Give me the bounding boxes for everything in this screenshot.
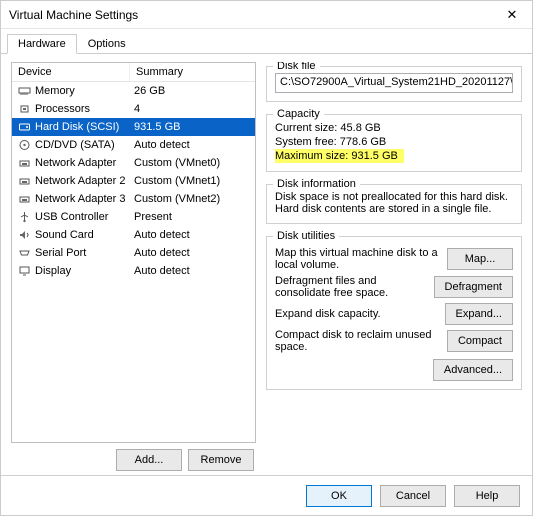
help-button[interactable]: Help [454, 485, 520, 507]
sound-icon [16, 228, 32, 242]
table-row[interactable]: Network Adapter 3Custom (VMnet2) [12, 190, 255, 208]
capacity-legend: Capacity [273, 108, 324, 120]
memory-icon [16, 84, 32, 98]
device-name: Network Adapter [35, 157, 134, 169]
dialog-body: Device Summary Memory26 GBProcessors4Har… [1, 54, 532, 475]
add-button[interactable]: Add... [116, 449, 182, 471]
device-list[interactable]: Memory26 GBProcessors4Hard Disk (SCSI)93… [12, 82, 255, 442]
device-summary: 931.5 GB [134, 121, 251, 133]
cd-icon [16, 138, 32, 152]
capacity-sysfree: System free: 778.6 GB [275, 135, 513, 149]
col-device: Device [12, 63, 130, 81]
table-row[interactable]: CD/DVD (SATA)Auto detect [12, 136, 255, 154]
usb-icon [16, 210, 32, 224]
disk-icon [16, 120, 32, 134]
device-name: Display [35, 265, 134, 277]
capacity-max: Maximum size: 931.5 GB [275, 149, 404, 163]
disk-file-group: Disk file C:\SO72900A_Virtual_System21HD… [266, 66, 522, 102]
device-name: Serial Port [35, 247, 134, 259]
left-pane: Device Summary Memory26 GBProcessors4Har… [11, 62, 256, 471]
serial-icon [16, 246, 32, 260]
disk-info-legend: Disk information [273, 178, 360, 190]
device-name: Sound Card [35, 229, 134, 241]
ok-button[interactable]: OK [306, 485, 372, 507]
device-name: Hard Disk (SCSI) [35, 121, 134, 133]
expand-button[interactable]: Expand... [445, 303, 513, 325]
device-summary: Custom (VMnet0) [134, 157, 251, 169]
device-actions: Add... Remove [11, 443, 256, 471]
table-row[interactable]: Hard Disk (SCSI)931.5 GB [12, 118, 255, 136]
map-button[interactable]: Map... [447, 248, 513, 270]
vm-settings-window: Virtual Machine Settings ✕ Hardware Opti… [0, 0, 533, 516]
table-row[interactable]: USB ControllerPresent [12, 208, 255, 226]
tabstrip: Hardware Options [1, 29, 532, 54]
device-name: Network Adapter 2 [35, 175, 134, 187]
remove-button[interactable]: Remove [188, 449, 254, 471]
compact-text: Compact disk to reclaim unused space. [275, 329, 441, 353]
titlebar: Virtual Machine Settings ✕ [1, 1, 532, 29]
expand-text: Expand disk capacity. [275, 308, 439, 320]
capacity-current: Current size: 45.8 GB [275, 121, 513, 135]
display-icon [16, 264, 32, 278]
table-row[interactable]: DisplayAuto detect [12, 262, 255, 280]
table-row[interactable]: Processors4 [12, 100, 255, 118]
device-name: Network Adapter 3 [35, 193, 134, 205]
device-summary: 26 GB [134, 85, 251, 97]
tab-hardware[interactable]: Hardware [7, 34, 77, 54]
net-icon [16, 174, 32, 188]
device-summary: Custom (VMnet1) [134, 175, 251, 187]
disk-file-legend: Disk file [273, 62, 320, 72]
window-title: Virtual Machine Settings [9, 8, 500, 22]
device-summary: Auto detect [134, 265, 251, 277]
defragment-button[interactable]: Defragment [434, 276, 513, 298]
disk-file-path[interactable]: C:\SO72900A_Virtual_System21HD_20201127\… [275, 73, 513, 93]
device-summary: 4 [134, 103, 251, 115]
device-summary: Present [134, 211, 251, 223]
disk-util-legend: Disk utilities [273, 230, 339, 242]
device-name: USB Controller [35, 211, 134, 223]
disk-util-group: Disk utilities Map this virtual machine … [266, 236, 522, 390]
cpu-icon [16, 102, 32, 116]
table-row[interactable]: Sound CardAuto detect [12, 226, 255, 244]
disk-info-line2: Hard disk contents are stored in a singl… [275, 203, 513, 215]
compact-button[interactable]: Compact [447, 330, 513, 352]
disk-info-group: Disk information Disk space is not preal… [266, 184, 522, 224]
capacity-group: Capacity Current size: 45.8 GB System fr… [266, 114, 522, 172]
device-table-header: Device Summary [12, 63, 255, 82]
advanced-button[interactable]: Advanced... [433, 359, 513, 381]
tab-options[interactable]: Options [77, 34, 137, 54]
device-summary: Custom (VMnet2) [134, 193, 251, 205]
device-name: CD/DVD (SATA) [35, 139, 134, 151]
cancel-button[interactable]: Cancel [380, 485, 446, 507]
device-table: Device Summary Memory26 GBProcessors4Har… [11, 62, 256, 443]
table-row[interactable]: Memory26 GB [12, 82, 255, 100]
bottom-bar: OK Cancel Help [1, 475, 532, 515]
table-row[interactable]: Network Adapter 2Custom (VMnet1) [12, 172, 255, 190]
device-summary: Auto detect [134, 229, 251, 241]
device-name: Memory [35, 85, 134, 97]
device-summary: Auto detect [134, 247, 251, 259]
close-icon[interactable]: ✕ [500, 7, 524, 23]
device-name: Processors [35, 103, 134, 115]
net-icon [16, 156, 32, 170]
col-summary: Summary [130, 63, 255, 81]
map-text: Map this virtual machine disk to a local… [275, 247, 441, 271]
net-icon [16, 192, 32, 206]
defrag-text: Defragment files and consolidate free sp… [275, 275, 428, 299]
table-row[interactable]: Network AdapterCustom (VMnet0) [12, 154, 255, 172]
disk-info-line1: Disk space is not preallocated for this … [275, 191, 513, 203]
table-row[interactable]: Serial PortAuto detect [12, 244, 255, 262]
right-pane: Disk file C:\SO72900A_Virtual_System21HD… [266, 62, 522, 471]
device-summary: Auto detect [134, 139, 251, 151]
